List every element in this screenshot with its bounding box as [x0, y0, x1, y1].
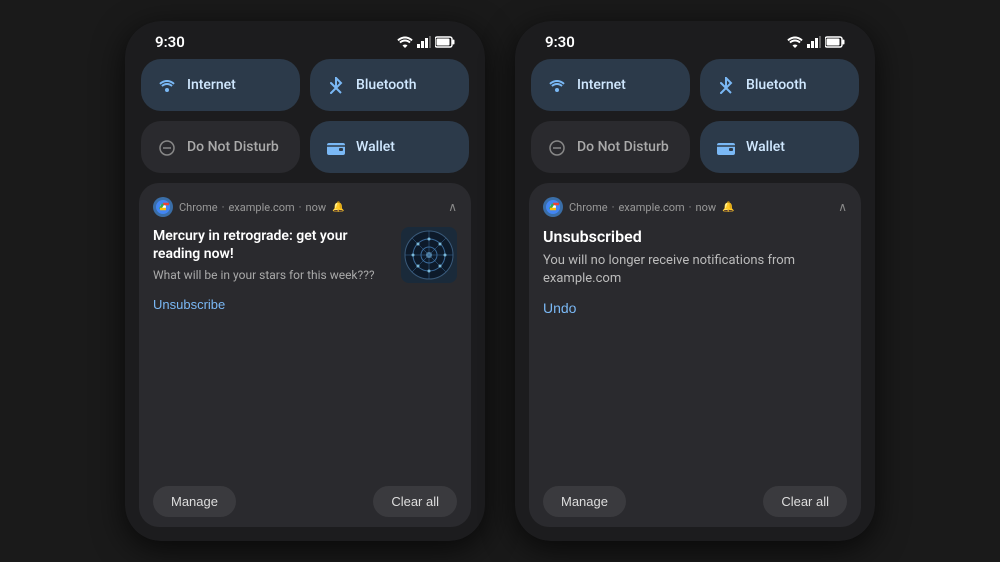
tile-bluetooth-label-1: Bluetooth	[356, 77, 417, 93]
wifi-tile-icon-2	[547, 76, 567, 95]
notif-body-2: Unsubscribed You will no longer receive …	[543, 227, 847, 474]
status-time-2: 9:30	[545, 33, 575, 51]
tile-dnd-label-1: Do Not Disturb	[187, 139, 279, 155]
notif-app-name-1: Chrome	[179, 201, 218, 214]
undo-button[interactable]: Undo	[543, 300, 576, 316]
tile-dnd-1[interactable]: Do Not Disturb	[141, 121, 300, 173]
notif-time-1: now	[306, 201, 327, 214]
dnd-tile-icon-1	[157, 137, 177, 157]
battery-icon-2	[825, 36, 845, 48]
notif-action-1[interactable]: Unsubscribe	[153, 294, 457, 313]
notif-footer-2: Manage Clear all	[543, 486, 847, 517]
notif-chevron-1[interactable]: ∧	[448, 200, 457, 214]
notif-footer-1: Manage Clear all	[153, 486, 457, 517]
manage-button-2[interactable]: Manage	[543, 486, 626, 517]
tile-bluetooth-label-2: Bluetooth	[746, 77, 807, 93]
wifi-tile-icon-1	[157, 76, 177, 95]
tile-internet-label-1: Internet	[187, 77, 236, 93]
manage-button-1[interactable]: Manage	[153, 486, 236, 517]
notif-header-1: Chrome · example.com · now 🔔 ∧	[153, 197, 457, 217]
notification-card-1: Chrome · example.com · now 🔔 ∧ Mercury i…	[139, 183, 471, 527]
notif-chevron-2[interactable]: ∧	[838, 200, 847, 214]
notif-source-1: example.com	[228, 201, 294, 214]
tile-wallet-label-2: Wallet	[746, 139, 785, 155]
tile-dnd-2[interactable]: Do Not Disturb	[531, 121, 690, 173]
notif-app-info-2: Chrome · example.com · now 🔔	[569, 201, 832, 214]
wifi-icon-2	[787, 36, 803, 48]
notif-thumb-1	[401, 227, 457, 283]
chrome-icon-2	[543, 197, 563, 217]
notif-content-1: Mercury in retrograde: get your reading …	[153, 227, 457, 284]
unsubscribed-title: Unsubscribed	[543, 227, 847, 246]
tile-internet-1[interactable]: Internet	[141, 59, 300, 111]
tile-wallet-2[interactable]: Wallet	[700, 121, 859, 173]
clear-all-button-1[interactable]: Clear all	[373, 486, 457, 517]
quick-tiles-2: Internet Bluetooth Do Not Disturb	[529, 59, 861, 173]
unsubscribe-button-1[interactable]: Unsubscribe	[153, 297, 225, 312]
status-icons-1	[397, 36, 455, 48]
notif-body-1: Mercury in retrograde: get your reading …	[153, 227, 457, 474]
notif-text-1: Mercury in retrograde: get your reading …	[153, 227, 391, 284]
wifi-icon-1	[397, 36, 413, 48]
notif-app-name-2: Chrome	[569, 201, 608, 214]
tile-wallet-label-1: Wallet	[356, 139, 395, 155]
quick-tiles-1: Internet Bluetooth Do Not Disturb	[139, 59, 471, 173]
notif-app-info-1: Chrome · example.com · now 🔔	[179, 201, 442, 214]
chrome-icon-1	[153, 197, 173, 217]
tile-internet-2[interactable]: Internet	[531, 59, 690, 111]
status-bar-2: 9:30	[529, 21, 861, 59]
clear-all-button-2[interactable]: Clear all	[763, 486, 847, 517]
tile-bluetooth-2[interactable]: Bluetooth	[700, 59, 859, 111]
notif-header-2: Chrome · example.com · now 🔔 ∧	[543, 197, 847, 217]
notif-desc-1: What will be in your stars for this week…	[153, 267, 391, 284]
signal-icon-2	[807, 36, 821, 48]
bluetooth-tile-icon-2	[716, 75, 736, 95]
dnd-tile-icon-2	[547, 137, 567, 157]
phone-2: 9:30	[515, 21, 875, 541]
tile-internet-label-2: Internet	[577, 77, 626, 93]
notification-card-2: Chrome · example.com · now 🔔 ∧ Unsubscri…	[529, 183, 861, 527]
notif-time-2: now	[696, 201, 717, 214]
status-time-1: 9:30	[155, 33, 185, 51]
battery-icon-1	[435, 36, 455, 48]
wallet-tile-icon-1	[326, 138, 346, 157]
notif-title-1: Mercury in retrograde: get your reading …	[153, 227, 391, 263]
unsubscribed-desc: You will no longer receive notifications…	[543, 252, 847, 288]
zodiac-wheel-icon	[404, 230, 454, 280]
wallet-tile-icon-2	[716, 138, 736, 157]
tile-dnd-label-2: Do Not Disturb	[577, 139, 669, 155]
status-icons-2	[787, 36, 845, 48]
notif-source-2: example.com	[618, 201, 684, 214]
phone-1: 9:30	[125, 21, 485, 541]
tile-bluetooth-1[interactable]: Bluetooth	[310, 59, 469, 111]
bluetooth-tile-icon-1	[326, 75, 346, 95]
status-bar-1: 9:30	[139, 21, 471, 59]
signal-icon-1	[417, 36, 431, 48]
tile-wallet-1[interactable]: Wallet	[310, 121, 469, 173]
